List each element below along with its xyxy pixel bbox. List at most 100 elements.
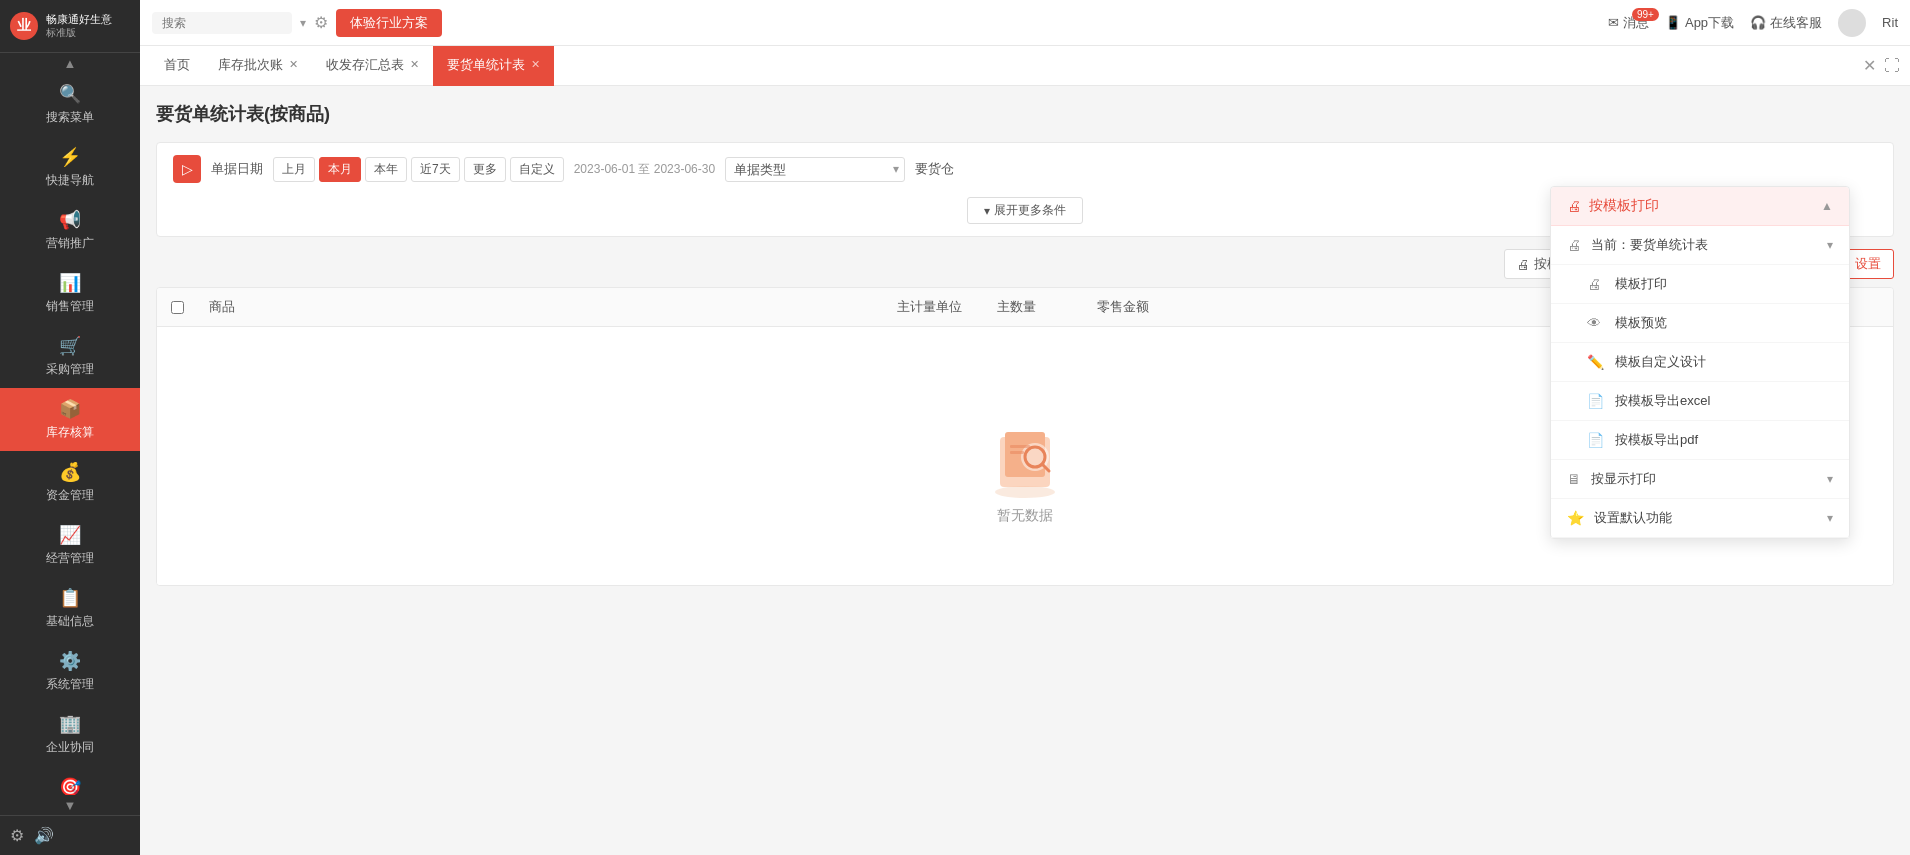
dropdown-current-item[interactable]: 🖨 当前：要货单统计表 ▾ xyxy=(1551,226,1849,265)
phone-icon: 📱 xyxy=(1665,15,1681,30)
sidebar-item-search[interactable]: 🔍 搜索菜单 xyxy=(0,73,140,136)
app-download-button[interactable]: 📱 App下载 xyxy=(1665,14,1734,32)
tab-order-stat-close[interactable]: ✕ xyxy=(531,58,540,71)
guide-icon: 🎯 xyxy=(59,776,81,795)
dropdown-export-excel[interactable]: 📄 按模板导出excel xyxy=(1551,382,1849,421)
tab-batch-label: 库存批次账 xyxy=(218,56,283,74)
scroll-up-arrow[interactable]: ▲ xyxy=(0,53,140,73)
tab-close-all-icon[interactable]: ✕ xyxy=(1863,56,1876,75)
expand-icon: ▾ xyxy=(984,204,990,218)
footer-settings-icon[interactable]: ⚙ xyxy=(10,826,24,845)
tab-batch-close[interactable]: ✕ xyxy=(289,58,298,71)
topbar-gear-icon[interactable]: ⚙ xyxy=(314,13,328,32)
sidebar-item-system[interactable]: ⚙️ 系统管理 xyxy=(0,640,140,703)
expand-more-button[interactable]: ▾ 展开更多条件 xyxy=(967,197,1083,224)
dropdown-default-func[interactable]: ⭐ 设置默认功能 ▾ xyxy=(1551,499,1849,538)
date-last7-button[interactable]: 近7天 xyxy=(411,157,460,182)
svg-rect-6 xyxy=(1010,445,1030,448)
dropdown-current-left: 🖨 当前：要货单统计表 xyxy=(1567,236,1708,254)
sidebar-item-basic[interactable]: 📋 基础信息 xyxy=(0,577,140,640)
sales-icon: 📊 xyxy=(59,272,81,294)
filter-expand-button[interactable]: ▷ xyxy=(173,155,201,183)
dropdown-current-label: 当前：要货单统计表 xyxy=(1591,236,1708,254)
type-select[interactable]: 单据类型 xyxy=(725,157,905,182)
dropdown-collapse-icon[interactable]: ▲ xyxy=(1821,199,1833,213)
message-button[interactable]: ✉ 消息 99+ xyxy=(1608,14,1649,32)
template-design-label: 模板自定义设计 xyxy=(1615,353,1706,371)
display-print-label: 按显示打印 xyxy=(1591,470,1656,488)
enterprise-icon: 🏢 xyxy=(59,713,81,735)
print-header-icon: 🖨 xyxy=(1567,198,1581,214)
date-this-month-button[interactable]: 本月 xyxy=(319,157,361,182)
industry-solution-button[interactable]: 体验行业方案 xyxy=(336,9,442,37)
sidebar-item-guide[interactable]: 🎯 新手引导 xyxy=(0,766,140,795)
select-all-checkbox[interactable] xyxy=(171,301,184,314)
default-func-icon: ⭐ xyxy=(1567,510,1584,526)
dropdown-title: 按模板打印 xyxy=(1589,197,1659,215)
scroll-down-arrow[interactable]: ▼ xyxy=(0,795,140,815)
sidebar-item-operation[interactable]: 📈 经营管理 xyxy=(0,514,140,577)
extra-filter-label: 要货仓 xyxy=(915,160,954,178)
sidebar-footer: ⚙ 🔊 xyxy=(0,815,140,855)
sidebar-label-inventory: 库存核算 xyxy=(46,424,94,441)
tab-home[interactable]: 首页 xyxy=(150,46,204,86)
dropdown-header: 🖨 按模板打印 ▲ xyxy=(1551,187,1849,226)
template-preview-icon: 👁 xyxy=(1587,315,1605,331)
app-logo: 业 畅康通好生意 标准版 xyxy=(0,0,140,53)
tab-batch[interactable]: 库存批次账 ✕ xyxy=(204,46,312,86)
sidebar-item-inventory[interactable]: 📦 库存核算 xyxy=(0,388,140,451)
main-content: ▾ ⚙ 体验行业方案 ✉ 消息 99+ 📱 App下载 🎧 在线客服 Rit 首… xyxy=(140,0,1910,855)
empty-text: 暂无数据 xyxy=(997,507,1053,525)
sidebar-item-marketing[interactable]: 📢 营销推广 xyxy=(0,199,140,262)
sidebar-label-purchase: 采购管理 xyxy=(46,361,94,378)
sidebar-item-purchase[interactable]: 🛒 采购管理 xyxy=(0,325,140,388)
tab-order-stat[interactable]: 要货单统计表 ✕ xyxy=(433,46,554,86)
footer-sound-icon[interactable]: 🔊 xyxy=(34,826,54,845)
topbar-search-input[interactable] xyxy=(152,12,292,34)
sidebar-label-basic: 基础信息 xyxy=(46,613,94,630)
sidebar-label-search: 搜索菜单 xyxy=(46,109,94,126)
sidebar-label-enterprise: 企业协同 xyxy=(46,739,94,756)
sidebar-label-finance: 资金管理 xyxy=(46,487,94,504)
current-expand-arrow: ▾ xyxy=(1827,238,1833,252)
dropdown-template-preview[interactable]: 👁 模板预览 xyxy=(1551,304,1849,343)
sidebar-item-finance[interactable]: 💰 资金管理 xyxy=(0,451,140,514)
date-filter-label: 单据日期 xyxy=(211,160,263,178)
shortcut-icon: ⚡ xyxy=(59,146,81,168)
template-print-label: 模板打印 xyxy=(1615,275,1667,293)
tab-collection-close[interactable]: ✕ xyxy=(410,58,419,71)
dropdown-export-pdf[interactable]: 📄 按模板导出pdf xyxy=(1551,421,1849,460)
tab-order-stat-label: 要货单统计表 xyxy=(447,56,525,74)
date-custom-button[interactable]: 自定义 xyxy=(510,157,564,182)
empty-illustration xyxy=(975,407,1075,507)
user-avatar[interactable] xyxy=(1838,9,1866,37)
tabbar: 首页 库存批次账 ✕ 收发存汇总表 ✕ 要货单统计表 ✕ ✕ ⛶ xyxy=(140,46,1910,86)
topbar-right: ✉ 消息 99+ 📱 App下载 🎧 在线客服 Rit xyxy=(1608,9,1898,37)
tab-home-label: 首页 xyxy=(164,56,190,74)
printer-icon: 🖨 xyxy=(1517,257,1530,272)
default-func-arrow: ▾ xyxy=(1827,511,1833,525)
marketing-icon: 📢 xyxy=(59,209,81,231)
date-last-month-button[interactable]: 上月 xyxy=(273,157,315,182)
dropdown-template-print[interactable]: 🖨 模板打印 xyxy=(1551,265,1849,304)
date-this-year-button[interactable]: 本年 xyxy=(365,157,407,182)
page-title: 要货单统计表(按商品) xyxy=(156,102,1894,126)
display-print-arrow: ▾ xyxy=(1827,472,1833,486)
template-preview-label: 模板预览 xyxy=(1615,314,1667,332)
app-download-label: App下载 xyxy=(1685,14,1734,32)
sidebar-item-enterprise[interactable]: 🏢 企业协同 xyxy=(0,703,140,766)
dropdown-display-print[interactable]: 🖥 按显示打印 ▾ xyxy=(1551,460,1849,499)
svg-rect-7 xyxy=(1010,451,1024,454)
tab-expand-icon[interactable]: ⛶ xyxy=(1884,57,1900,75)
sidebar-item-shortcut[interactable]: ⚡ 快捷导航 xyxy=(0,136,140,199)
online-service-button[interactable]: 🎧 在线客服 xyxy=(1750,14,1822,32)
date-more-button[interactable]: 更多 xyxy=(464,157,506,182)
print-dropdown-menu: 🖨 按模板打印 ▲ 🖨 当前：要货单统计表 ▾ 🖨 模板打印 👁 模板预览 xyxy=(1550,186,1850,539)
topbar-dropdown-arrow[interactable]: ▾ xyxy=(300,16,306,30)
tab-collection[interactable]: 收发存汇总表 ✕ xyxy=(312,46,433,86)
inventory-icon: 📦 xyxy=(59,398,81,420)
sidebar-item-sales[interactable]: 📊 销售管理 xyxy=(0,262,140,325)
display-print-icon: 🖥 xyxy=(1567,471,1581,487)
dropdown-template-design[interactable]: ✏️ 模板自定义设计 xyxy=(1551,343,1849,382)
export-pdf-label: 按模板导出pdf xyxy=(1615,431,1698,449)
